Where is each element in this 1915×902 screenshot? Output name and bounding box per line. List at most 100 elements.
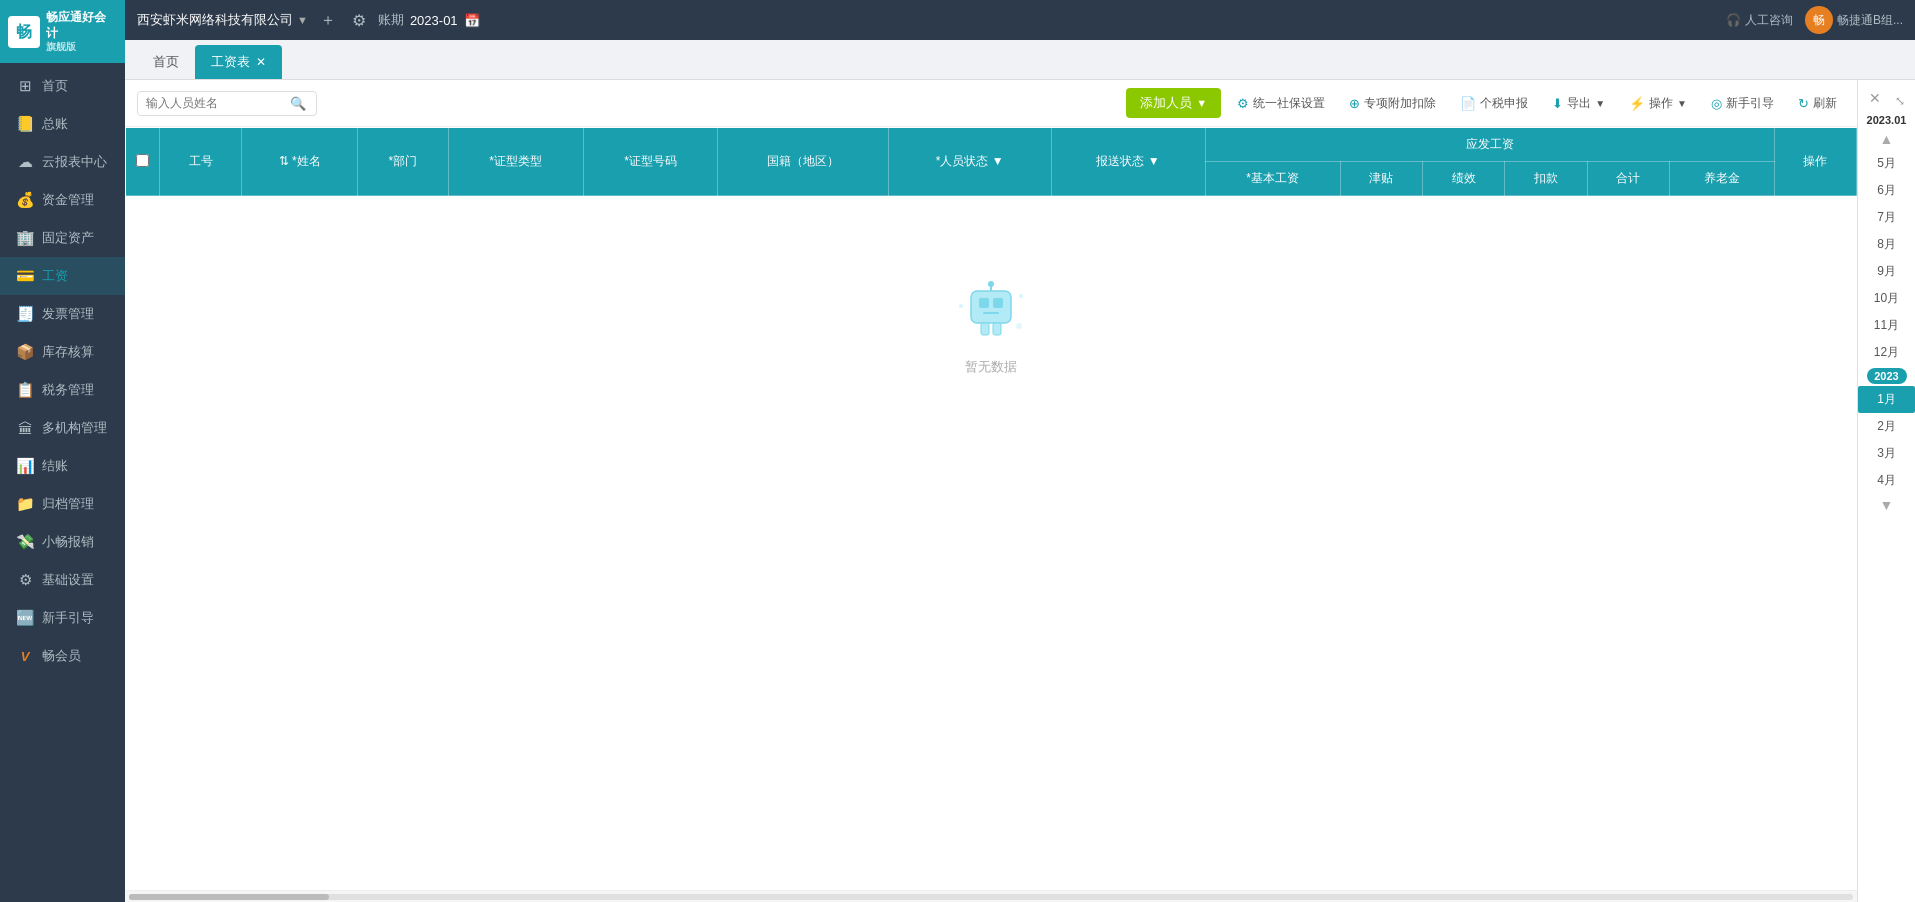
search-input[interactable] [146,96,286,110]
month-nav-down[interactable]: ▼ [1877,494,1897,516]
sidebar-item-label: 云报表中心 [42,153,107,171]
month-item-2022-10[interactable]: 10月 [1858,285,1915,312]
month-item-2022-05[interactable]: 5月 [1858,150,1915,177]
social-security-label: 统一社保设置 [1253,95,1325,112]
sidebar-item-settings[interactable]: ⚙ 基础设置 [0,561,125,599]
calendar-icon[interactable]: 📅 [464,13,480,28]
new-guide-icon: ◎ [1711,96,1722,111]
special-deduction-icon: ⊕ [1349,96,1360,111]
col-id-no: *证型号码 [583,128,718,196]
col-pension: 养老金 [1670,162,1774,196]
sidebar-item-archive[interactable]: 📁 归档管理 [0,485,125,523]
sidebar-item-fixed-assets[interactable]: 🏢 固定资产 [0,219,125,257]
month-item-2023-02[interactable]: 2月 [1858,413,1915,440]
scrollbar-track [129,894,1853,900]
month-item-2022-09[interactable]: 9月 [1858,258,1915,285]
month-nav-up[interactable]: ▲ [1877,128,1897,150]
export-icon: ⬇ [1552,96,1563,111]
month-item-2022-08[interactable]: 8月 [1858,231,1915,258]
month-item-2022-06[interactable]: 6月 [1858,177,1915,204]
export-btn[interactable]: ⬇ 导出 ▼ [1544,91,1613,116]
sidebar-item-expense[interactable]: 💸 小畅报销 [0,523,125,561]
add-person-button[interactable]: 添加人员 ▼ [1126,88,1221,118]
tab-close-icon[interactable]: ✕ [256,55,266,69]
fixed-assets-icon: 🏢 [16,229,34,247]
svg-rect-0 [971,291,1011,323]
sidebar-nav: ⊞ 首页 📒 总账 ☁ 云报表中心 💰 资金管理 🏢 固定资产 💳 工资 🧾 发… [0,63,125,902]
sidebar-item-guide[interactable]: 🆕 新手引导 [0,599,125,637]
col-checkbox[interactable] [126,128,160,196]
company-settings-button[interactable]: ⚙ [348,9,370,32]
new-guide-btn[interactable]: ◎ 新手引导 [1703,91,1782,116]
col-performance: 绩效 [1422,162,1504,196]
sidebar-item-label: 发票管理 [42,305,94,323]
svg-rect-5 [993,323,1001,335]
social-security-btn[interactable]: ⚙ 统一社保设置 [1229,91,1333,116]
add-company-button[interactable]: ＋ [316,8,340,33]
panel-expand-button[interactable]: ⤡ [1889,92,1911,110]
horizontal-scrollbar[interactable] [125,890,1857,902]
scrollbar-thumb[interactable] [129,894,329,900]
sidebar-item-tax[interactable]: 📋 税务管理 [0,371,125,409]
tab-salary[interactable]: 工资表 ✕ [195,45,282,79]
sidebar-item-fund[interactable]: 💰 资金管理 [0,181,125,219]
month-item-2023-04[interactable]: 4月 [1858,467,1915,494]
logo-sub: 旗舰版 [46,41,117,53]
headset-icon: 🎧 [1726,13,1741,27]
sidebar-item-label: 小畅报销 [42,533,94,551]
main-area: 西安虾米网络科技有限公司 ▼ ＋ ⚙ 账期 2023-01 📅 🎧 人工咨询 畅… [125,0,1915,902]
panel-close-button[interactable]: ✕ [1863,86,1887,110]
export-label: 导出 [1567,95,1591,112]
empty-cell: 暂无数据 [126,196,1857,457]
refresh-btn[interactable]: ↻ 刷新 [1790,91,1845,116]
sidebar-item-close[interactable]: 📊 结账 [0,447,125,485]
year-2023-label: 2023 [1867,368,1907,384]
special-deduction-btn[interactable]: ⊕ 专项附加扣除 [1341,91,1444,116]
empty-text: 暂无数据 [965,358,1017,376]
month-panel: ✕ ⤡ 2023.01 ▲ 5月 6月 7月 8月 9月 10月 11月 12月… [1857,80,1915,902]
logo-icon: 畅 [8,16,40,48]
multi-org-icon: 🏛 [16,420,34,437]
month-item-2023-03[interactable]: 3月 [1858,440,1915,467]
operation-btn[interactable]: ⚡ 操作 ▼ [1621,91,1695,116]
sidebar-item-home[interactable]: ⊞ 首页 [0,67,125,105]
special-deduction-label: 专项附加扣除 [1364,95,1436,112]
user-profile[interactable]: 畅 畅捷通B组... [1805,6,1903,34]
sidebar-item-label: 结账 [42,457,68,475]
tax-declare-btn[interactable]: 📄 个税申报 [1452,91,1536,116]
topbar: 西安虾米网络科技有限公司 ▼ ＋ ⚙ 账期 2023-01 📅 🎧 人工咨询 畅… [125,0,1915,40]
ai-service-btn[interactable]: 🎧 人工咨询 [1726,12,1793,29]
sidebar-item-invoice[interactable]: 🧾 发票管理 [0,295,125,333]
col-emp-no: 工号 [160,128,242,196]
sidebar-item-member[interactable]: V 畅会员 [0,637,125,675]
search-box[interactable]: 🔍 [137,91,317,116]
tab-home-label: 首页 [153,54,179,69]
month-item-2022-12[interactable]: 12月 [1858,339,1915,366]
col-person-status: *人员状态 ▼ [888,128,1051,196]
tab-home[interactable]: 首页 [137,45,195,79]
sidebar-item-multi-org[interactable]: 🏛 多机构管理 [0,409,125,447]
col-id-type: *证型类型 [448,128,583,196]
archive-icon: 📁 [16,495,34,513]
col-basic-salary: *基本工资 [1205,162,1340,196]
tab-salary-label: 工资表 [211,53,250,71]
month-item-2023-01[interactable]: 1月 [1858,386,1915,413]
sidebar-item-label: 归档管理 [42,495,94,513]
sidebar-item-ledger[interactable]: 📒 总账 [0,105,125,143]
month-item-2022-11[interactable]: 11月 [1858,312,1915,339]
year-current-display: 2023.01 [1867,112,1907,128]
ledger-icon: 📒 [16,115,34,133]
refresh-label: 刷新 [1813,95,1837,112]
col-salary-group: 应发工资 [1205,128,1774,162]
search-icon: 🔍 [290,96,306,111]
sidebar-item-salary[interactable]: 💳 工资 [0,257,125,295]
period-value: 2023-01 [410,13,458,28]
select-all-checkbox[interactable] [136,154,149,167]
sidebar-item-inventory[interactable]: 📦 库存核算 [0,333,125,371]
operation-dropdown-icon: ▼ [1677,98,1687,109]
add-person-label: 添加人员 [1140,94,1192,112]
sidebar-item-cloud-report[interactable]: ☁ 云报表中心 [0,143,125,181]
fund-icon: 💰 [16,191,34,209]
company-selector[interactable]: 西安虾米网络科技有限公司 ▼ [137,11,308,29]
month-item-2022-07[interactable]: 7月 [1858,204,1915,231]
